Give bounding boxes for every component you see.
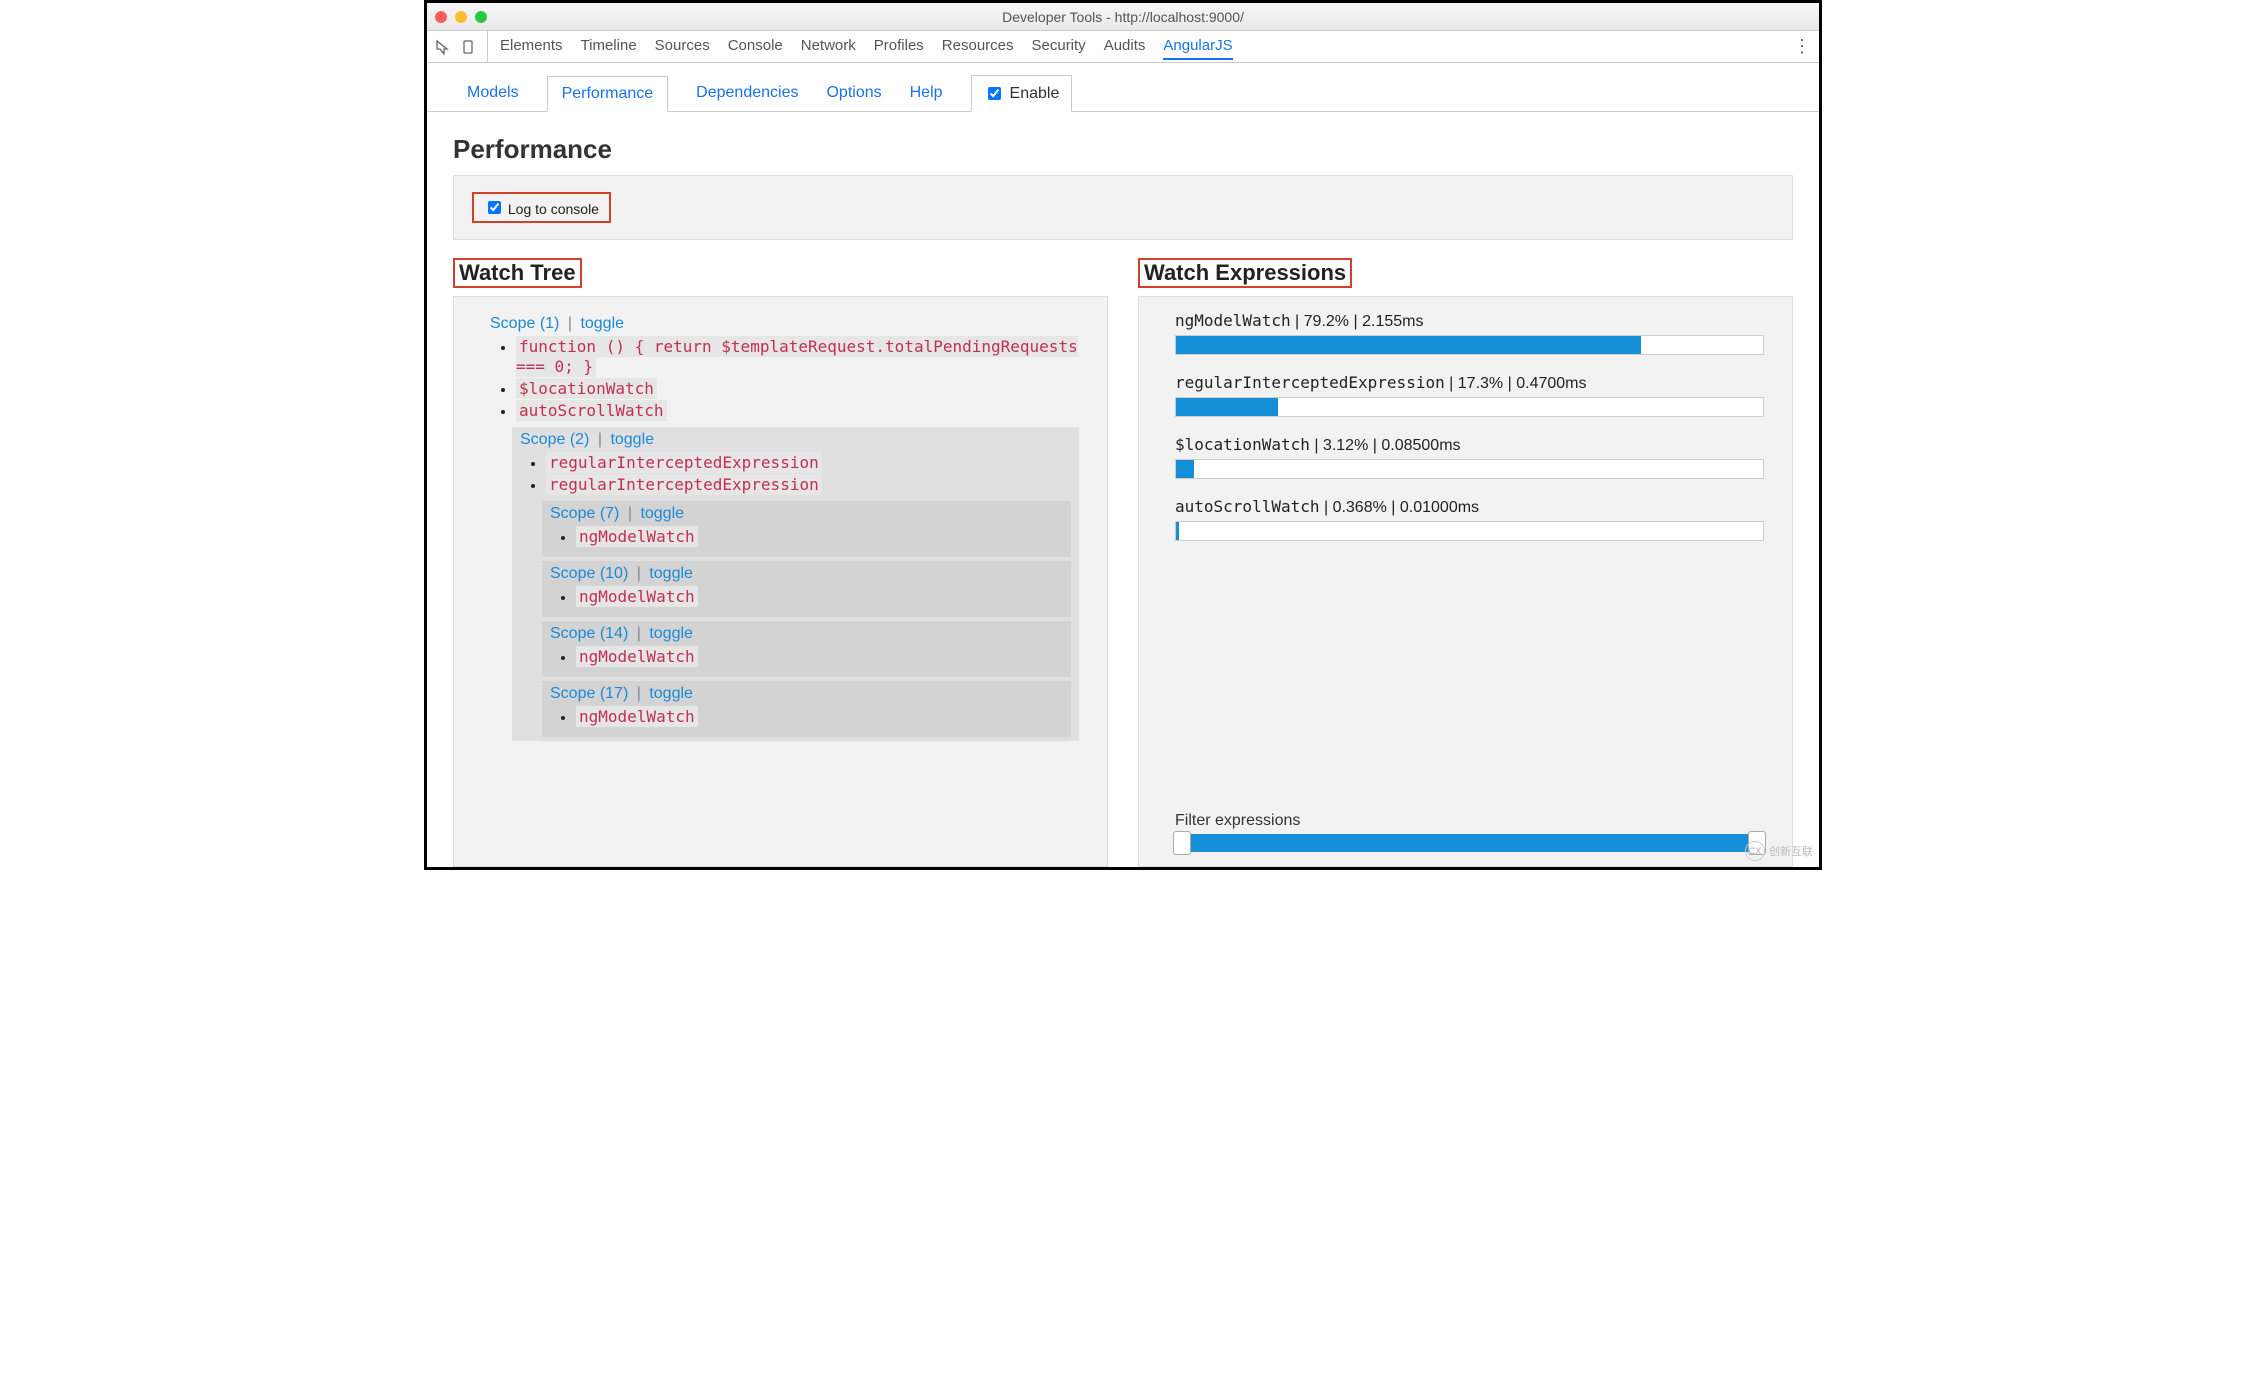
watch-expressions-column: Watch Expressions ngModelWatch | 79.2% |… — [1138, 258, 1793, 867]
filter-label: Filter expressions — [1175, 812, 1764, 830]
devtools-tabs: Elements Timeline Sources Console Networ… — [500, 33, 1781, 60]
watch-expressions-heading: Watch Expressions — [1138, 258, 1352, 288]
subtab-help[interactable]: Help — [910, 76, 943, 110]
subtab-options[interactable]: Options — [826, 76, 881, 110]
scope-14-toggle[interactable]: toggle — [649, 625, 693, 642]
scope-1-toggle[interactable]: toggle — [580, 315, 624, 332]
watch-expression-label: regularInterceptedExpression | 17.3% | 0… — [1175, 373, 1764, 393]
subtab-dependencies[interactable]: Dependencies — [696, 76, 798, 110]
scope-2-link[interactable]: Scope (2) — [520, 431, 589, 448]
watch-tree-heading: Watch Tree — [453, 258, 582, 288]
tab-console[interactable]: Console — [728, 33, 783, 60]
watch-expression-row: ngModelWatch | 79.2% | 2.155ms — [1175, 311, 1764, 355]
list-item: ngModelWatch — [576, 587, 1063, 607]
log-panel: Log to console — [453, 175, 1793, 240]
watch-expression-row: autoScrollWatch | 0.368% | 0.01000ms — [1175, 497, 1764, 541]
scope-10-toggle[interactable]: toggle — [649, 565, 693, 582]
progress-track — [1175, 459, 1764, 479]
list-item: regularInterceptedExpression — [546, 475, 1071, 495]
list-item: $locationWatch — [516, 379, 1079, 399]
tab-audits[interactable]: Audits — [1104, 33, 1146, 60]
subtab-performance[interactable]: Performance — [547, 76, 669, 112]
tab-angularjs[interactable]: AngularJS — [1163, 33, 1232, 60]
progress-track — [1175, 397, 1764, 417]
progress-bar — [1176, 398, 1278, 416]
progress-bar — [1176, 522, 1179, 540]
scope-1-items: function () { return $templateRequest.to… — [516, 337, 1079, 421]
progress-bar — [1176, 460, 1194, 478]
progress-track — [1175, 335, 1764, 355]
list-item: ngModelWatch — [576, 647, 1063, 667]
more-icon[interactable]: ⋮ — [1793, 36, 1811, 57]
watermark-text: 创新互联 — [1769, 843, 1813, 859]
scope-17: Scope (17) | toggle ngModelWatch — [542, 681, 1071, 737]
log-to-console-highlight: Log to console — [472, 192, 611, 223]
scope-1-link[interactable]: Scope (1) — [490, 315, 559, 332]
progress-bar — [1176, 336, 1641, 354]
watch-expression-row: regularInterceptedExpression | 17.3% | 0… — [1175, 373, 1764, 417]
toolbar-icon-group — [435, 31, 488, 62]
scope-2-items: regularInterceptedExpression regularInte… — [546, 453, 1071, 495]
list-item: ngModelWatch — [576, 527, 1063, 547]
scope-17-toggle[interactable]: toggle — [649, 685, 693, 702]
list-item: autoScrollWatch — [516, 401, 1079, 421]
scope-1: Scope (1) | toggle function () { return … — [490, 315, 1079, 741]
tab-security[interactable]: Security — [1032, 33, 1086, 60]
device-icon[interactable] — [461, 39, 477, 55]
subtab-models[interactable]: Models — [467, 76, 519, 110]
window-title: Developer Tools - http://localhost:9000/ — [427, 9, 1819, 25]
filter-slider[interactable] — [1175, 834, 1764, 852]
enable-toggle: Enable — [971, 75, 1073, 112]
scope-10: Scope (10) | toggle ngModelWatch — [542, 561, 1071, 617]
tab-network[interactable]: Network — [801, 33, 856, 60]
list-item: function () { return $templateRequest.to… — [516, 337, 1079, 377]
watch-expression-label: autoScrollWatch | 0.368% | 0.01000ms — [1175, 497, 1764, 517]
tab-sources[interactable]: Sources — [655, 33, 710, 60]
enable-label: Enable — [1010, 85, 1060, 103]
log-to-console-checkbox[interactable] — [488, 201, 501, 214]
filter-expressions: Filter expressions — [1175, 800, 1764, 852]
tab-timeline[interactable]: Timeline — [581, 33, 637, 60]
angularjs-subtabs: Models Performance Dependencies Options … — [427, 63, 1819, 112]
devtools-toolbar: Elements Timeline Sources Console Networ… — [427, 31, 1819, 63]
watch-expression-label: $locationWatch | 3.12% | 0.08500ms — [1175, 435, 1764, 455]
inspect-icon[interactable] — [435, 39, 451, 55]
devtools-window: Developer Tools - http://localhost:9000/… — [424, 0, 1822, 870]
list-item: regularInterceptedExpression — [546, 453, 1071, 473]
tab-resources[interactable]: Resources — [942, 33, 1014, 60]
slider-thumb-left[interactable] — [1173, 831, 1191, 855]
watch-expressions-panel: ngModelWatch | 79.2% | 2.155ms regularIn… — [1138, 296, 1793, 867]
watch-expression-row: $locationWatch | 3.12% | 0.08500ms — [1175, 435, 1764, 479]
scope-2: Scope (2) | toggle regularInterceptedExp… — [512, 427, 1079, 741]
tab-profiles[interactable]: Profiles — [874, 33, 924, 60]
scope-2-toggle[interactable]: toggle — [610, 431, 654, 448]
titlebar: Developer Tools - http://localhost:9000/ — [427, 3, 1819, 31]
log-to-console-label: Log to console — [508, 201, 599, 217]
progress-track — [1175, 521, 1764, 541]
scope-14: Scope (14) | toggle ngModelWatch — [542, 621, 1071, 677]
scope-7: Scope (7) | toggle ngModelWatch — [542, 501, 1071, 557]
enable-checkbox[interactable] — [988, 87, 1001, 100]
watch-tree-panel: Scope (1) | toggle function () { return … — [453, 296, 1108, 867]
tab-elements[interactable]: Elements — [500, 33, 563, 60]
scope-17-link[interactable]: Scope (17) — [550, 685, 628, 702]
scope-14-link[interactable]: Scope (14) — [550, 625, 628, 642]
page-title: Performance — [453, 134, 1793, 165]
watch-tree-column: Watch Tree Scope (1) | toggle function (… — [453, 258, 1108, 867]
scope-7-toggle[interactable]: toggle — [640, 505, 684, 522]
scope-7-link[interactable]: Scope (7) — [550, 505, 619, 522]
watermark-logo-icon: CX — [1745, 841, 1765, 861]
columns: Watch Tree Scope (1) | toggle function (… — [453, 258, 1793, 867]
watch-expression-label: ngModelWatch | 79.2% | 2.155ms — [1175, 311, 1764, 331]
scope-10-link[interactable]: Scope (10) — [550, 565, 628, 582]
content-area: Performance Log to console Watch Tree Sc… — [427, 112, 1819, 867]
watermark: CX 创新互联 — [1745, 841, 1813, 861]
list-item: ngModelWatch — [576, 707, 1063, 727]
